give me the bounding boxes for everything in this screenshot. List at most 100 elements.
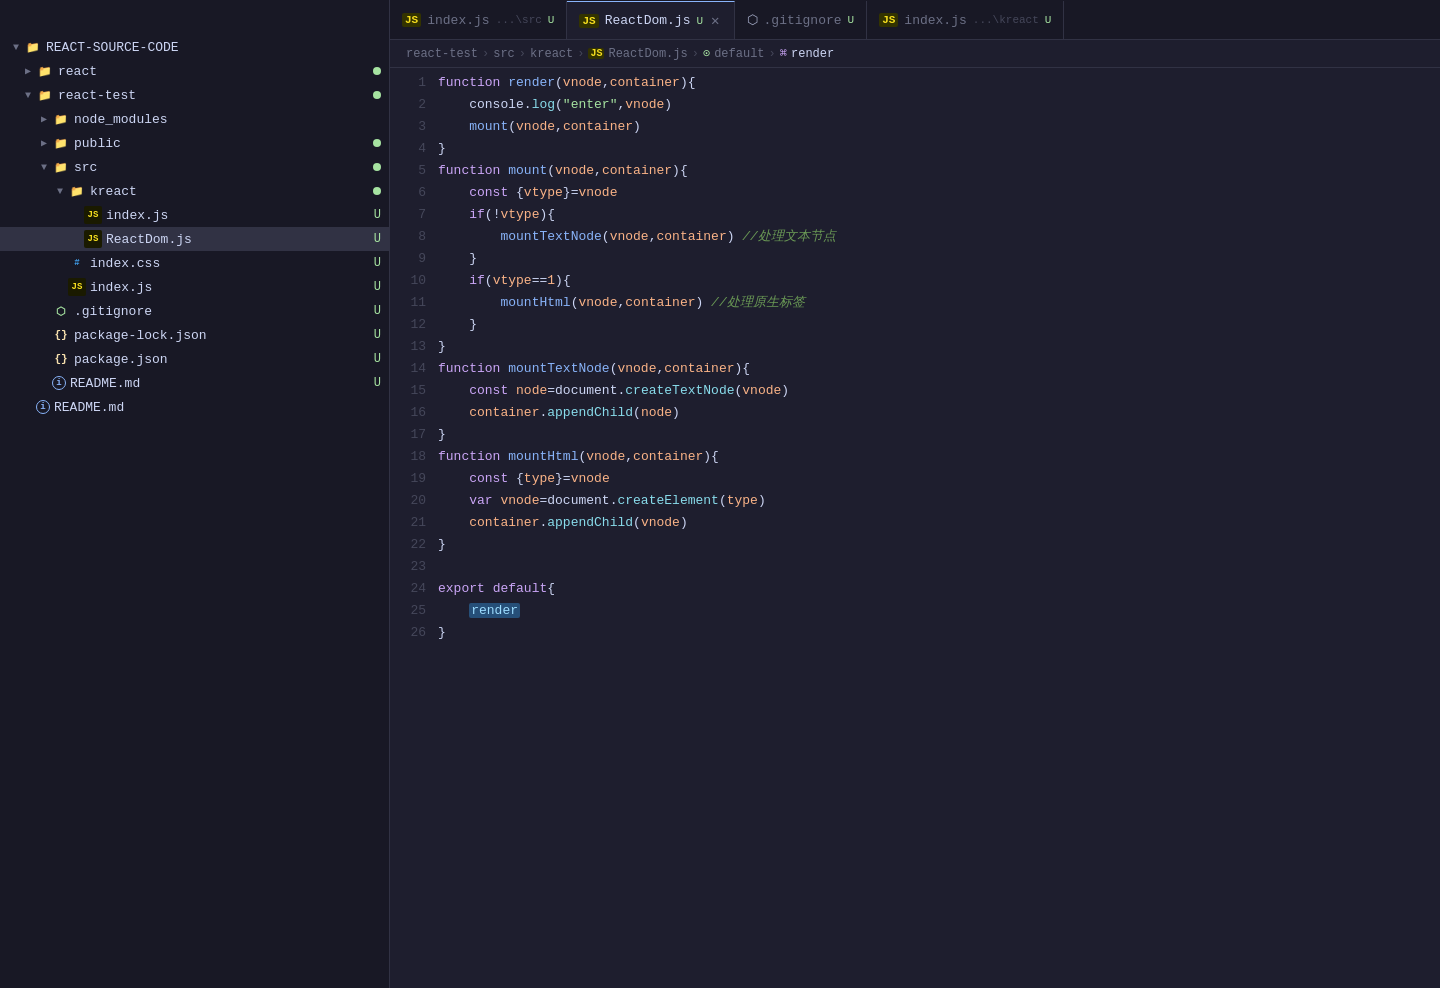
tab-js-icon: JS <box>579 14 598 28</box>
sidebar-item-index_js_src[interactable]: JSindex.jsU <box>0 275 389 299</box>
fn-token: mountHtml <box>500 295 570 310</box>
line-number: 9 <box>406 248 426 270</box>
method-token: appendChild <box>547 515 633 530</box>
line-number: 19 <box>406 468 426 490</box>
param-token: container <box>563 119 633 134</box>
code-line: const {vtype}=vnode <box>438 182 1424 204</box>
kw-token: function <box>438 449 500 464</box>
plain-token <box>438 383 469 398</box>
code-line: if(!vtype){ <box>438 204 1424 226</box>
tab-label: ReactDom.js <box>605 13 691 28</box>
sidebar-item-react[interactable]: 📁react <box>0 59 389 83</box>
line-number: 8 <box>406 226 426 248</box>
sidebar: 📁 REACT-SOURCE-CODE 📁react📁react-test📁no… <box>0 0 390 988</box>
plain-token <box>438 119 469 134</box>
tab-badge: U <box>696 15 703 27</box>
code-line: } <box>438 534 1424 556</box>
sidebar-item-index_css[interactable]: # index.cssU <box>0 251 389 275</box>
sidebar-item-src[interactable]: 📁src <box>0 155 389 179</box>
code-line: mount(vnode,container) <box>438 116 1424 138</box>
plain-token: }= <box>563 185 579 200</box>
code-lines: function render(vnode,container){ consol… <box>438 72 1440 988</box>
plain-token: ) <box>727 229 743 244</box>
info-icon: i <box>52 376 66 390</box>
sidebar-header <box>0 0 389 35</box>
item-label: react <box>58 64 373 79</box>
code-line: } <box>438 248 1424 270</box>
code-line: function render(vnode,container){ <box>438 72 1424 94</box>
line-number: 10 <box>406 270 426 292</box>
tab-tab2[interactable]: JS ReactDom.js U ✕ <box>567 1 734 39</box>
param-token: container <box>469 405 539 420</box>
sidebar-item-index_js_kreact[interactable]: JSindex.jsU <box>0 203 389 227</box>
item-label: public <box>74 136 373 151</box>
plain-token: , <box>594 163 602 178</box>
badge-u: U <box>374 256 381 270</box>
param-token: vnode <box>563 75 602 90</box>
sidebar-item-kreact[interactable]: 📁kreact <box>0 179 389 203</box>
num-token: 1 <box>547 273 555 288</box>
chevron-closed-icon <box>20 63 36 79</box>
plain-token: } <box>438 339 446 354</box>
param-token: vnode <box>625 97 664 112</box>
kw-token: function <box>438 75 500 90</box>
plain-token: ( <box>508 119 516 134</box>
css-icon: # <box>68 254 86 272</box>
tab-tab4[interactable]: JSindex.js ...\kreactU <box>867 1 1064 39</box>
tab-bar: JSindex.js ...\srcU JS ReactDom.js U ✕ ⬡.giti… <box>390 0 1440 40</box>
param-token: vnode <box>610 229 649 244</box>
item-label: node_modules <box>74 112 389 127</box>
sidebar-item-react-test[interactable]: 📁react-test <box>0 83 389 107</box>
line-number: 3 <box>406 116 426 138</box>
code-line: container.appendChild(vnode) <box>438 512 1424 534</box>
plain-token: ){ <box>555 273 571 288</box>
breadcrumb-render-icon: ⌘ <box>780 46 787 61</box>
plain-token <box>438 273 469 288</box>
line-number: 22 <box>406 534 426 556</box>
param-token: vnode <box>617 361 656 376</box>
sidebar-item-package_json[interactable]: {}package.jsonU <box>0 347 389 371</box>
param-token: container <box>633 449 703 464</box>
kw-token: function <box>438 361 500 376</box>
tab-close-button[interactable]: ✕ <box>709 10 721 31</box>
item-label: package.json <box>74 352 374 367</box>
tab-tab1[interactable]: JSindex.js ...\srcU <box>390 1 567 39</box>
highlighted-token: render <box>469 603 520 618</box>
sidebar-item-readme_outer[interactable]: iREADME.md <box>0 395 389 419</box>
badge-u: U <box>374 304 381 318</box>
fn-token: mountTextNode <box>508 361 609 376</box>
sidebar-item-package_lock[interactable]: {}package-lock.jsonU <box>0 323 389 347</box>
plain-token: ){ <box>539 207 555 222</box>
plain-token: ) <box>664 97 672 112</box>
chevron-open-icon <box>36 159 52 175</box>
sidebar-root[interactable]: 📁 REACT-SOURCE-CODE <box>0 35 389 59</box>
tab-js-icon: JS <box>879 13 898 27</box>
tab-badge: U <box>848 14 855 26</box>
fn-token: mountTextNode <box>500 229 601 244</box>
plain-token: ){ <box>680 75 696 90</box>
plain-token <box>438 207 469 222</box>
sidebar-item-node_modules[interactable]: 📁node_modules <box>0 107 389 131</box>
code-editor[interactable]: 1234567891011121314151617181920212223242… <box>390 68 1440 988</box>
plain-token: ) <box>696 295 712 310</box>
sidebar-item-gitignore[interactable]: ⬡.gitignoreU <box>0 299 389 323</box>
tab-tab3[interactable]: ⬡.gitignoreU <box>735 1 868 39</box>
sidebar-item-readme_inner[interactable]: iREADME.mdU <box>0 371 389 395</box>
chevron-closed-icon <box>36 135 52 151</box>
chevron-icon <box>8 39 24 55</box>
plain-token: =document. <box>547 383 625 398</box>
item-label: index.css <box>90 256 374 271</box>
item-label: index.js <box>106 208 374 223</box>
breadcrumb-render: render <box>791 47 834 61</box>
param-token: container <box>625 295 695 310</box>
code-line: mountHtml(vnode,container) //处理原生标签 <box>438 292 1424 314</box>
plain-token: ( <box>555 75 563 90</box>
code-line: const node=document.createTextNode(vnode… <box>438 380 1424 402</box>
sidebar-item-public[interactable]: 📁public <box>0 131 389 155</box>
plain-token <box>438 515 469 530</box>
sidebar-item-reactdom_js[interactable]: JSReactDom.jsU <box>0 227 389 251</box>
item-label: react-test <box>58 88 373 103</box>
tab-label: index.js <box>427 13 489 28</box>
plain-token: . <box>524 97 532 112</box>
plain-token: ){ <box>672 163 688 178</box>
